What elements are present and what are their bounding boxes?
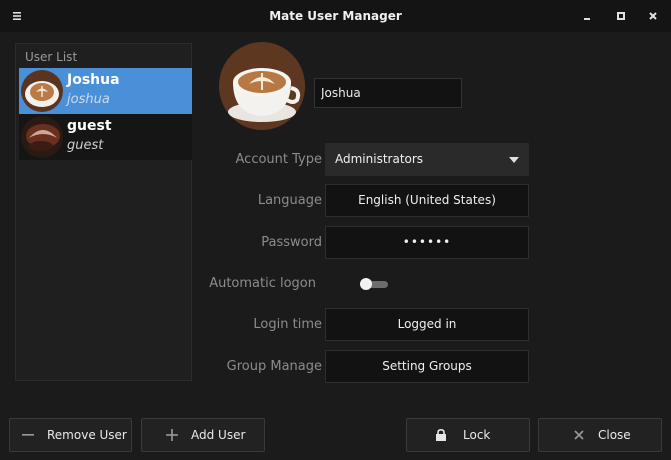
automatic-logon-toggle[interactable] (360, 278, 389, 290)
login-time-value: Logged in (325, 308, 529, 341)
add-user-button[interactable]: Add User (141, 418, 265, 452)
password-label: Password (261, 235, 322, 250)
dropdown-caret-icon (509, 157, 519, 163)
password-button[interactable]: •••••• (325, 226, 529, 259)
add-user-label: Add User (191, 428, 246, 442)
language-label: Language (257, 193, 322, 208)
lock-button[interactable]: Lock (406, 418, 530, 452)
user-list-item-joshua[interactable]: Joshua joshua (19, 68, 192, 114)
toggle-knob (360, 278, 372, 290)
user-avatar (21, 116, 63, 158)
maximize-icon[interactable] (613, 8, 629, 24)
automatic-logon-label: Automatic logon (209, 276, 316, 291)
account-type-dropdown[interactable]: Administrators (325, 143, 529, 176)
user-list-item-guest[interactable]: guest guest (19, 114, 192, 160)
user-avatar-large[interactable] (219, 42, 305, 130)
user-login: guest (67, 138, 104, 153)
remove-user-label: Remove User (47, 428, 127, 442)
account-type-value: Administrators (335, 152, 424, 166)
user-list-panel: User List Joshua joshua guest guest (15, 43, 192, 381)
user-name-field[interactable] (314, 78, 462, 108)
window-title: Mate User Manager (269, 9, 402, 23)
minus-icon (22, 434, 34, 436)
close-label: Close (598, 428, 631, 442)
plus-icon (166, 429, 178, 441)
close-x-icon (574, 430, 584, 440)
lock-icon (436, 429, 446, 441)
close-icon[interactable] (645, 8, 661, 24)
user-list-label: User List (25, 50, 78, 64)
minimize-icon[interactable] (579, 8, 595, 24)
remove-user-button[interactable]: Remove User (9, 418, 132, 452)
group-manage-label: Group Manage (226, 359, 322, 374)
language-button[interactable]: English (United States) (325, 184, 529, 217)
setting-groups-button[interactable]: Setting Groups (325, 350, 529, 383)
close-button[interactable]: Close (538, 418, 662, 452)
account-type-label: Account Type (235, 152, 322, 167)
title-bar: Mate User Manager (0, 0, 671, 32)
user-login: joshua (67, 92, 110, 107)
user-name: Joshua (67, 72, 120, 88)
lock-label: Lock (463, 428, 491, 442)
user-avatar (21, 70, 63, 112)
user-name: guest (67, 118, 112, 134)
login-time-label: Login time (253, 317, 322, 332)
